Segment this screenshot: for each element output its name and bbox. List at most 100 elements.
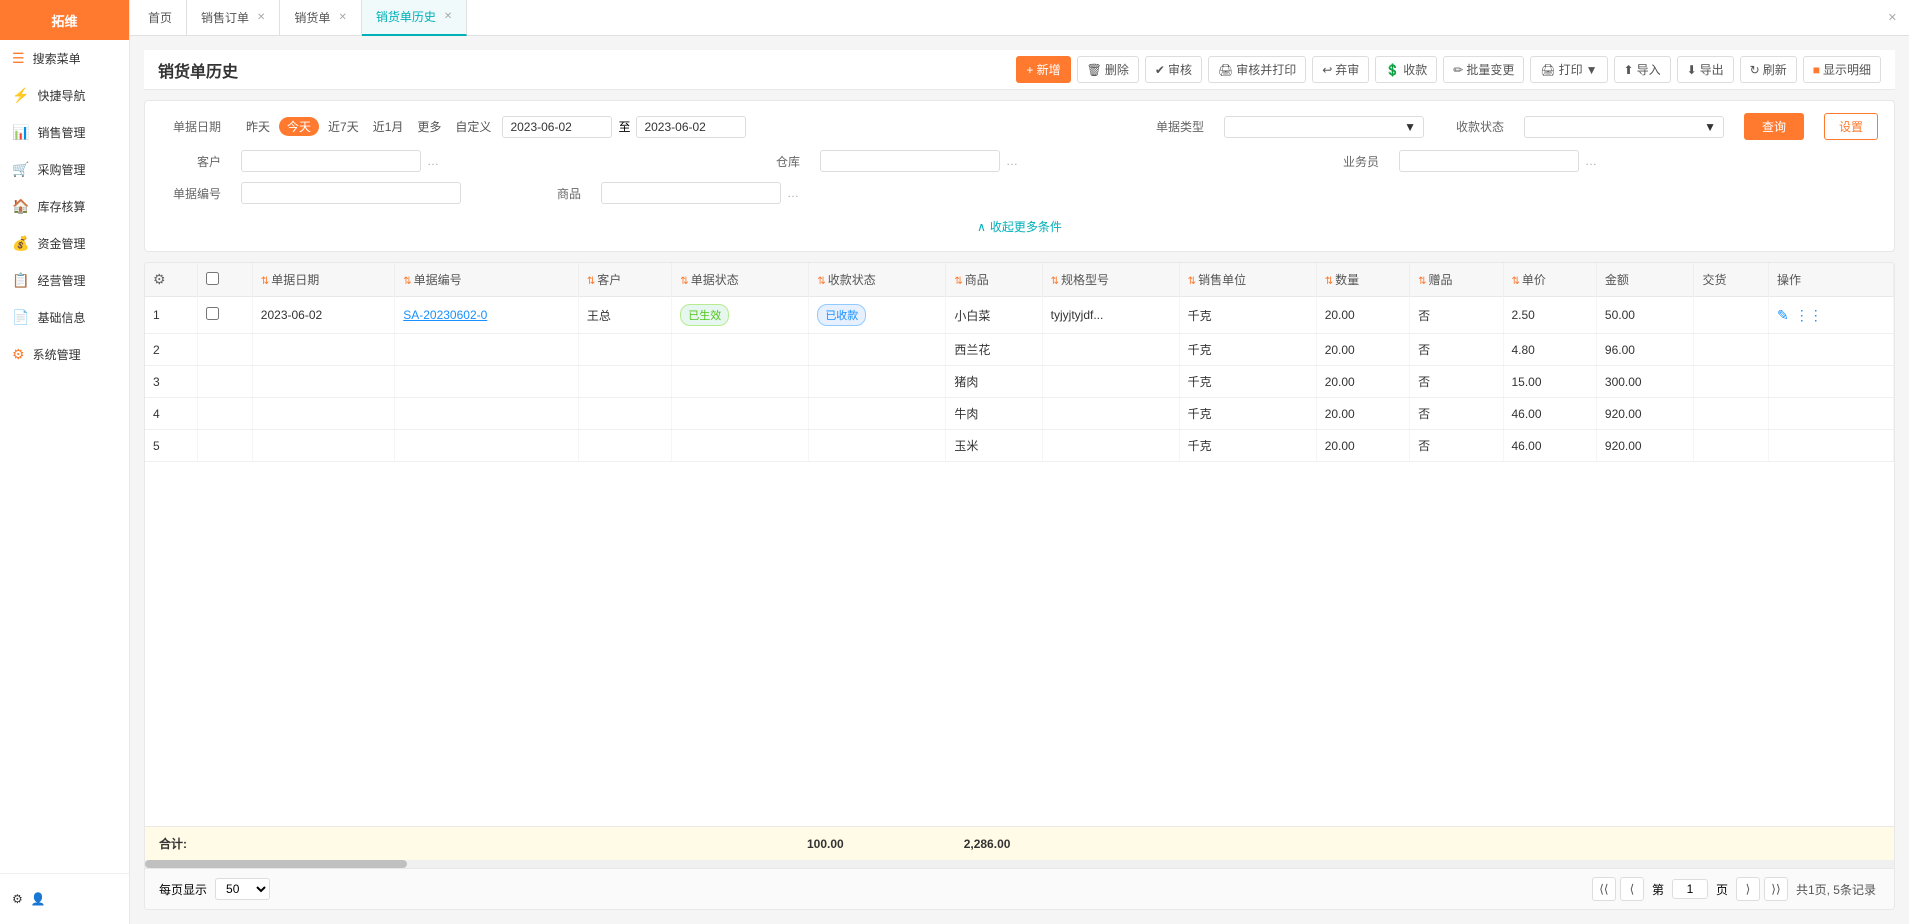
audit-button[interactable]: ✔ 审核 bbox=[1145, 56, 1202, 83]
last-page-button[interactable]: ⟩⟩ bbox=[1764, 877, 1788, 901]
collect-status-select[interactable]: ▼ bbox=[1524, 116, 1724, 138]
tab-sales-history-close[interactable]: ✕ bbox=[444, 0, 452, 35]
setting-button[interactable]: 设置 bbox=[1824, 113, 1878, 140]
collapse-button[interactable]: ∧ 收起更多条件 bbox=[161, 214, 1878, 239]
col-gear[interactable]: ⚙ bbox=[145, 263, 198, 297]
cell-action[interactable]: ✎ ⋮⋮ bbox=[1769, 297, 1894, 334]
col-qty[interactable]: ⇅数量 bbox=[1316, 263, 1409, 297]
cell-doc-no[interactable] bbox=[395, 398, 579, 430]
cell-doc-no[interactable] bbox=[395, 366, 579, 398]
col-doc-status[interactable]: ⇅单据状态 bbox=[672, 263, 809, 297]
sidebar-item-search-menu[interactable]: ☰ 搜索菜单 bbox=[0, 40, 129, 77]
cell-checkbox[interactable] bbox=[198, 366, 253, 398]
import-button[interactable]: ⬆ 导入 bbox=[1614, 56, 1671, 83]
cell-action[interactable] bbox=[1769, 334, 1894, 366]
sidebar-item-purchase-mgmt[interactable]: 🛒 采购管理 bbox=[0, 151, 129, 188]
date-from-input[interactable] bbox=[502, 116, 612, 138]
customer-dots[interactable]: … bbox=[427, 154, 439, 168]
cell-checkbox[interactable] bbox=[198, 297, 253, 334]
col-gift[interactable]: ⇅赠品 bbox=[1410, 263, 1503, 297]
print-button[interactable]: 🖨 打印 ▼ bbox=[1530, 56, 1607, 83]
col-checkbox[interactable] bbox=[198, 263, 253, 297]
delete-button[interactable]: 🗑 删除 bbox=[1077, 56, 1139, 83]
refresh-button[interactable]: ↻ 刷新 bbox=[1740, 56, 1797, 83]
goods-input[interactable] bbox=[601, 182, 781, 204]
next-page-button[interactable]: ⟩ bbox=[1736, 877, 1760, 901]
more-action-button[interactable]: ⋮⋮ bbox=[1795, 307, 1823, 324]
audit-print-button[interactable]: 🖨 审核并打印 bbox=[1208, 56, 1306, 83]
tab-sales-order[interactable]: 销售订单 ✕ bbox=[187, 0, 280, 36]
warehouse-input[interactable] bbox=[820, 150, 1000, 172]
abandon-button[interactable]: ↩ 弃审 bbox=[1312, 56, 1369, 83]
show-detail-button[interactable]: ■ 显示明细 bbox=[1803, 56, 1881, 83]
prev-page-button[interactable]: ⟨ bbox=[1620, 877, 1644, 901]
shortcut-more[interactable]: 更多 bbox=[412, 117, 446, 136]
close-all-tabs[interactable]: ✕ bbox=[1876, 11, 1909, 24]
batch-change-button[interactable]: ✏ 批量变更 bbox=[1443, 56, 1524, 83]
doc-type-select[interactable]: ▼ bbox=[1224, 116, 1424, 138]
col-goods[interactable]: ⇅商品 bbox=[946, 263, 1042, 297]
cell-checkbox[interactable] bbox=[198, 430, 253, 462]
staff-input[interactable] bbox=[1399, 150, 1579, 172]
sidebar-item-finance[interactable]: 💰 资金管理 bbox=[0, 225, 129, 262]
horizontal-scrollbar[interactable] bbox=[145, 860, 1894, 868]
col-spec[interactable]: ⇅规格型号 bbox=[1042, 263, 1179, 297]
col-collect-status[interactable]: ⇅收款状态 bbox=[809, 263, 946, 297]
table-settings-icon[interactable]: ⚙ bbox=[153, 271, 166, 287]
goods-dots[interactable]: … bbox=[787, 186, 799, 200]
per-page-select[interactable]: 10 20 50 100 bbox=[215, 878, 270, 900]
cell-doc-no[interactable] bbox=[395, 430, 579, 462]
cell-action[interactable] bbox=[1769, 430, 1894, 462]
query-button[interactable]: 查询 bbox=[1744, 113, 1804, 140]
tab-sales-order-close[interactable]: ✕ bbox=[257, 0, 265, 36]
collect-button[interactable]: 💲 收款 bbox=[1375, 56, 1437, 83]
col-amount[interactable]: 金额 bbox=[1596, 263, 1694, 297]
cell-doc-no[interactable]: SA-20230602-0 bbox=[395, 297, 579, 334]
page-number-input[interactable]: 1 bbox=[1672, 879, 1708, 899]
sidebar-bottom-settings[interactable]: ⚙ 👤 bbox=[0, 882, 129, 916]
edit-action-button[interactable]: ✎ bbox=[1777, 307, 1789, 324]
cell-action[interactable] bbox=[1769, 366, 1894, 398]
sidebar-item-label: 库存核算 bbox=[37, 198, 85, 215]
scrollbar-thumb[interactable] bbox=[145, 860, 407, 868]
col-customer[interactable]: ⇅客户 bbox=[578, 263, 671, 297]
new-button[interactable]: + 新增 bbox=[1016, 56, 1070, 83]
shortcut-custom[interactable]: 自定义 bbox=[450, 117, 496, 136]
date-to-input[interactable] bbox=[636, 116, 746, 138]
doc-no-input[interactable] bbox=[241, 182, 461, 204]
tab-sales-delivery[interactable]: 销货单 ✕ bbox=[280, 0, 361, 36]
tab-sales-history-label: 销货单历史 bbox=[376, 0, 436, 35]
doc-no-link[interactable]: SA-20230602-0 bbox=[403, 308, 487, 322]
doc-type-chevron: ▼ bbox=[1404, 120, 1416, 134]
sidebar-item-sales-mgmt[interactable]: 📊 销售管理 bbox=[0, 114, 129, 151]
col-date[interactable]: ⇅单据日期 bbox=[252, 263, 394, 297]
sidebar-item-inventory[interactable]: 🏠 库存核算 bbox=[0, 188, 129, 225]
select-all-checkbox[interactable] bbox=[206, 272, 219, 285]
cell-checkbox[interactable] bbox=[198, 334, 253, 366]
sidebar-item-system-mgmt[interactable]: ⚙ 系统管理 bbox=[0, 336, 129, 373]
customer-input[interactable] bbox=[241, 150, 421, 172]
cell-checkbox[interactable] bbox=[198, 398, 253, 430]
cell-action[interactable] bbox=[1769, 398, 1894, 430]
first-page-button[interactable]: ⟨⟨ bbox=[1592, 877, 1616, 901]
table-scroll[interactable]: ⚙ ⇅单据日期 ⇅单据编号 ⇅客户 ⇅单据状态 ⇅收款状态 ⇅商品 ⇅规格型号 … bbox=[145, 263, 1894, 826]
shortcut-7days[interactable]: 近7天 bbox=[323, 117, 364, 136]
sidebar-item-quick-nav[interactable]: ⚡ 快捷导航 bbox=[0, 77, 129, 114]
warehouse-dots[interactable]: … bbox=[1006, 154, 1018, 168]
tab-sales-delivery-close[interactable]: ✕ bbox=[338, 0, 346, 36]
staff-dots[interactable]: … bbox=[1585, 154, 1597, 168]
col-trade[interactable]: 交货 bbox=[1694, 263, 1769, 297]
shortcut-1month[interactable]: 近1月 bbox=[368, 117, 409, 136]
cell-doc-no[interactable] bbox=[395, 334, 579, 366]
col-unit[interactable]: ⇅销售单位 bbox=[1179, 263, 1316, 297]
row-checkbox[interactable] bbox=[206, 307, 219, 320]
sidebar-item-operation[interactable]: 📋 经营管理 bbox=[0, 262, 129, 299]
col-doc-no[interactable]: ⇅单据编号 bbox=[395, 263, 579, 297]
tab-sales-history[interactable]: 销货单历史 ✕ bbox=[362, 0, 467, 36]
export-button[interactable]: ⬇ 导出 bbox=[1677, 56, 1734, 83]
sidebar-item-basic-info[interactable]: 📄 基础信息 bbox=[0, 299, 129, 336]
shortcut-today[interactable]: 今天 bbox=[279, 117, 319, 136]
tab-home[interactable]: 首页 bbox=[134, 0, 187, 36]
shortcut-yesterday[interactable]: 昨天 bbox=[241, 117, 275, 136]
col-price[interactable]: ⇅单价 bbox=[1503, 263, 1596, 297]
